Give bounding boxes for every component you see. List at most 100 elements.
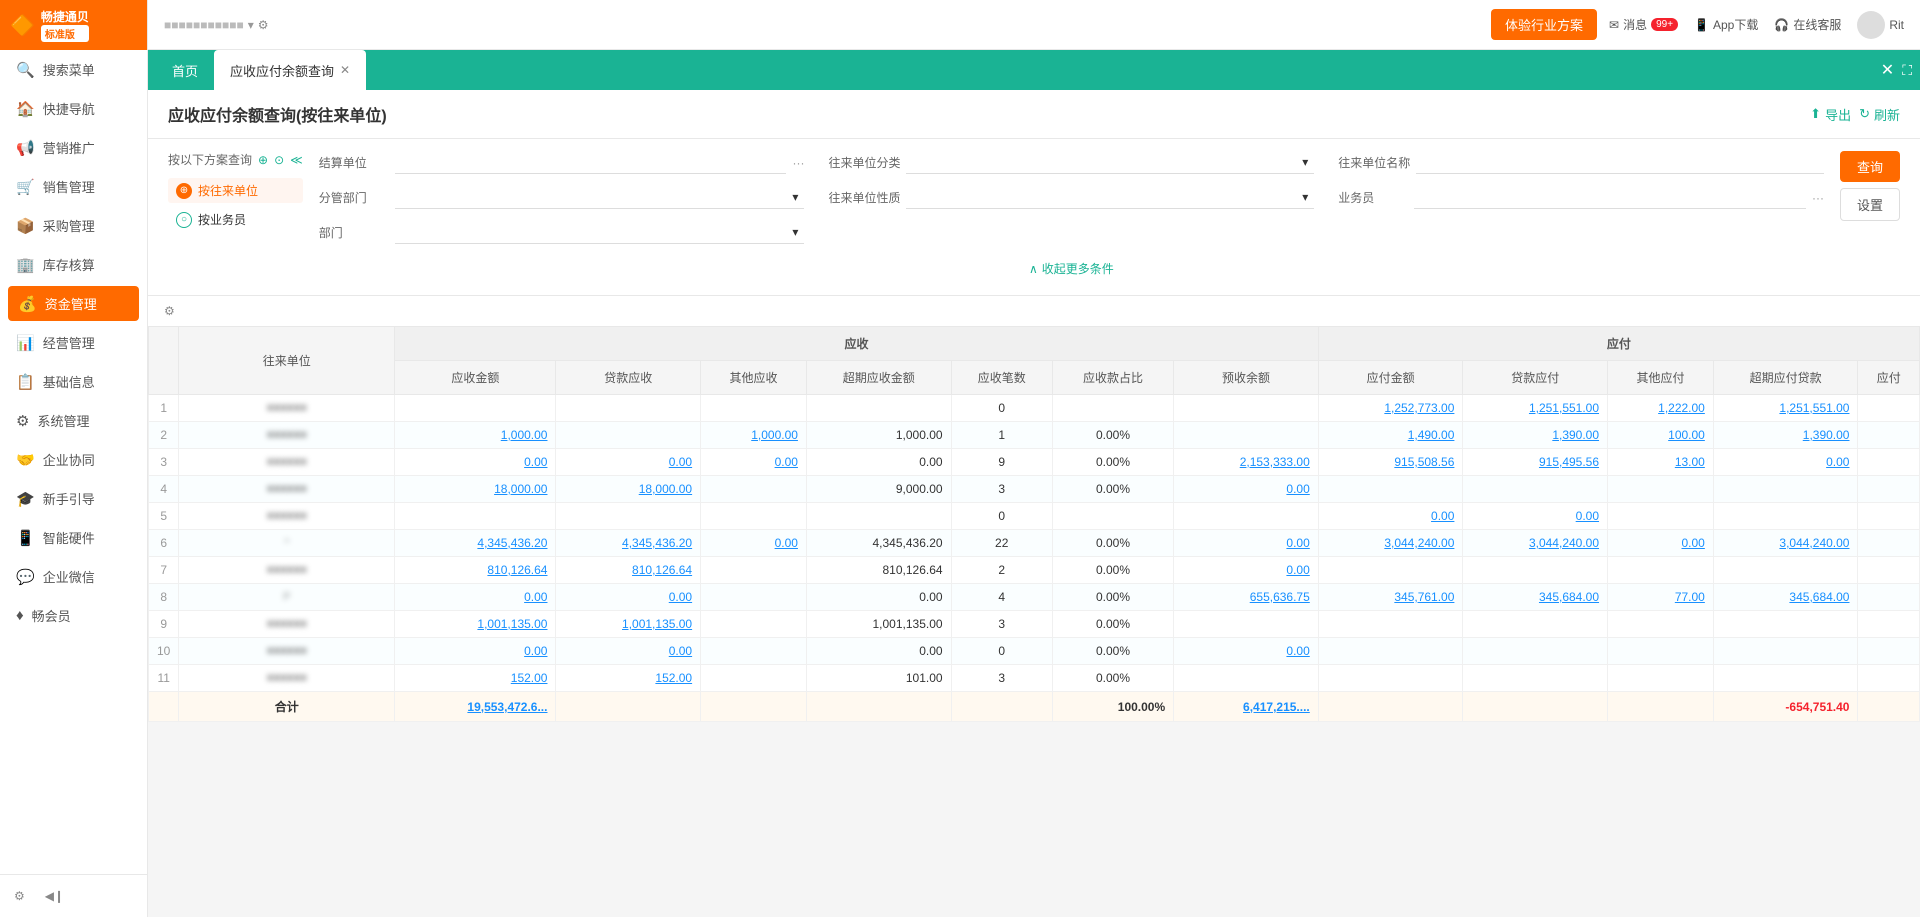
tab-expand-icon[interactable]: ⛶ [1902, 62, 1912, 79]
service-action[interactable]: 🎧 在线客服 [1774, 16, 1841, 33]
settings-button[interactable]: 设置 [1840, 188, 1900, 221]
settlement-input[interactable] [395, 152, 787, 174]
tab-close-window-icon[interactable]: ✕ [1881, 60, 1894, 80]
cell-ap-loan[interactable]: 3,044,240.00 [1463, 530, 1608, 557]
total-ar-amount[interactable]: 19,553,472.6... [395, 692, 556, 722]
cell-ar-loan[interactable]: 152.00 [556, 665, 701, 692]
refresh-button[interactable]: ↻ 刷新 [1859, 105, 1900, 124]
cell-ar-loan[interactable]: 810,126.64 [556, 557, 701, 584]
settlement-more-icon[interactable]: ··· [792, 156, 804, 170]
cell-ar-amount[interactable]: 4,345,436.20 [395, 530, 556, 557]
cell-ar-amount[interactable]: 810,126.64 [395, 557, 556, 584]
sidebar-collapse-btn[interactable]: ◀❙ [39, 883, 70, 909]
cell-ar-amount[interactable]: 0.00 [395, 584, 556, 611]
cell-ap-amount[interactable]: 1,490.00 [1318, 422, 1463, 449]
settings-scheme-icon[interactable]: ⊙ [274, 153, 284, 167]
cell-ar-amount[interactable]: 0.00 [395, 638, 556, 665]
salesman-more-icon[interactable]: ··· [1812, 191, 1824, 205]
cell-ap-loan[interactable]: 1,390.00 [1463, 422, 1608, 449]
cell-ap-amount[interactable]: 915,508.56 [1318, 449, 1463, 476]
sidebar-item-corp[interactable]: 🤝 企业协同 [0, 440, 147, 479]
scheme-by-unit[interactable]: ⊕ 按往来单位 [168, 178, 303, 203]
tab-query[interactable]: 应收应付余额查询 ✕ [214, 50, 366, 90]
cell-ar-prepay[interactable]: 0.00 [1174, 530, 1319, 557]
cell-ar-loan[interactable]: 0.00 [556, 584, 701, 611]
cell-ap-overdue[interactable]: 0.00 [1713, 449, 1858, 476]
cell-unit: ■■■■■■ [179, 665, 395, 692]
gear-icon[interactable]: ⚙ [258, 18, 269, 32]
cell-ar-loan[interactable]: 0.00 [556, 638, 701, 665]
salesman-input[interactable] [1414, 187, 1806, 209]
scheme-by-staff[interactable]: ○ 按业务员 [168, 207, 303, 232]
collapse-scheme-icon[interactable]: ≪ [290, 153, 303, 167]
cell-ar-loan[interactable]: 4,345,436.20 [556, 530, 701, 557]
cell-ap-amount[interactable]: 1,252,773.00 [1318, 395, 1463, 422]
promo-button[interactable]: 体验行业方案 [1491, 9, 1597, 40]
sidebar-item-vip[interactable]: ♦ 畅会员 [0, 596, 147, 635]
sidebar-item-sales[interactable]: 🛒 销售管理 [0, 167, 147, 206]
collapse-bar[interactable]: ∧ 收起更多条件 [319, 254, 1824, 283]
cell-ap-loan[interactable]: 0.00 [1463, 503, 1608, 530]
dept-mgr-select[interactable]: ▾ [395, 186, 805, 209]
message-action[interactable]: ✉ 消息 99+ [1609, 16, 1678, 33]
cell-ar-other[interactable]: 0.00 [701, 449, 807, 476]
unit-nature-select[interactable]: ▾ [906, 186, 1314, 209]
dept-select[interactable]: ▾ [395, 221, 805, 244]
add-scheme-icon[interactable]: ⊕ [258, 153, 268, 167]
sidebar-item-marketing[interactable]: 📢 营销推广 [0, 128, 147, 167]
sidebar-item-smart[interactable]: 📱 智能硬件 [0, 518, 147, 557]
sidebar-item-guide[interactable]: 🎓 新手引导 [0, 479, 147, 518]
cell-ar-amount[interactable]: 18,000.00 [395, 476, 556, 503]
cell-ap-loan[interactable]: 915,495.56 [1463, 449, 1608, 476]
cell-ap-overdue[interactable]: 3,044,240.00 [1713, 530, 1858, 557]
cell-ar-loan[interactable]: 0.00 [556, 449, 701, 476]
cell-ap-overdue[interactable]: 1,251,551.00 [1713, 395, 1858, 422]
app-download-action[interactable]: 📱 App下载 [1694, 16, 1758, 33]
unit-cat-select[interactable]: ▾ [906, 151, 1314, 174]
query-button[interactable]: 查询 [1840, 151, 1900, 182]
cell-ap-loan[interactable]: 345,684.00 [1463, 584, 1608, 611]
cell-ap-amount[interactable]: 0.00 [1318, 503, 1463, 530]
total-ar-prepay[interactable]: 6,417,215.... [1174, 692, 1319, 722]
sidebar-item-system[interactable]: ⚙ 系统管理 [0, 401, 147, 440]
sidebar-item-quicknav[interactable]: 🏠 快捷导航 [0, 89, 147, 128]
sidebar-item-finance[interactable]: 💰 资金管理 [8, 286, 139, 321]
sidebar-item-basic[interactable]: 📋 基础信息 [0, 362, 147, 401]
cell-ar-other[interactable]: 1,000.00 [701, 422, 807, 449]
tab-home[interactable]: 首页 [156, 50, 214, 90]
cell-ap-overdue[interactable]: 1,390.00 [1713, 422, 1858, 449]
cell-ar-loan[interactable]: 18,000.00 [556, 476, 701, 503]
cell-ap-other[interactable]: 0.00 [1608, 530, 1714, 557]
tab-close-icon[interactable]: ✕ [340, 63, 350, 77]
user-action[interactable]: Rit [1857, 11, 1904, 39]
cell-ar-prepay[interactable]: 0.00 [1174, 638, 1319, 665]
cell-ap-other[interactable]: 13.00 [1608, 449, 1714, 476]
cell-ap-overdue[interactable]: 345,684.00 [1713, 584, 1858, 611]
cell-ar-prepay[interactable]: 2,153,333.00 [1174, 449, 1319, 476]
cell-ap-other[interactable]: 100.00 [1608, 422, 1714, 449]
cell-ar-amount[interactable]: 152.00 [395, 665, 556, 692]
cell-ap-other[interactable]: 1,222.00 [1608, 395, 1714, 422]
cell-ap-other[interactable]: 77.00 [1608, 584, 1714, 611]
table-settings-icon[interactable]: ⚙ [164, 304, 175, 318]
export-button[interactable]: ⬆ 导出 [1810, 105, 1851, 124]
cell-ar-amount[interactable]: 0.00 [395, 449, 556, 476]
sidebar-item-purchase[interactable]: 📦 采购管理 [0, 206, 147, 245]
cell-ar-prepay[interactable]: 0.00 [1174, 557, 1319, 584]
cell-ar-prepay[interactable]: 655,636.75 [1174, 584, 1319, 611]
sidebar-item-wechat[interactable]: 💬 企业微信 [0, 557, 147, 596]
cell-no: 1 [149, 395, 179, 422]
cell-ar-amount[interactable]: 1,001,135.00 [395, 611, 556, 638]
cell-ar-loan[interactable]: 1,001,135.00 [556, 611, 701, 638]
cell-ar-other[interactable]: 0.00 [701, 530, 807, 557]
sidebar-item-search[interactable]: 🔍 搜索菜单 [0, 50, 147, 89]
cell-ap-loan[interactable]: 1,251,551.00 [1463, 395, 1608, 422]
sidebar-item-inventory[interactable]: 🏢 库存核算 [0, 245, 147, 284]
sidebar-item-operation[interactable]: 📊 经营管理 [0, 323, 147, 362]
cell-ap-amount[interactable]: 345,761.00 [1318, 584, 1463, 611]
sidebar-settings-btn[interactable]: ⚙ [8, 883, 31, 909]
cell-ap-amount[interactable]: 3,044,240.00 [1318, 530, 1463, 557]
cell-ar-prepay[interactable]: 0.00 [1174, 476, 1319, 503]
unit-name-input[interactable] [1416, 151, 1824, 174]
cell-ar-amount[interactable]: 1,000.00 [395, 422, 556, 449]
